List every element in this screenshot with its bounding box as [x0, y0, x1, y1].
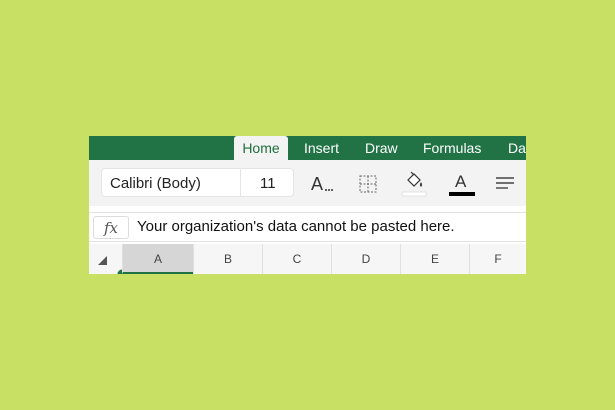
tab-data[interactable]: Da [508, 136, 526, 160]
home-toolbar: Calibri (Body) 11 A A [89, 160, 526, 206]
ribbon-tab-bar: Home Insert Draw Formulas Da [89, 136, 526, 160]
fill-color-icon [401, 171, 427, 197]
align-icon [496, 177, 514, 189]
font-size-tool-letter: A [311, 174, 323, 194]
column-header-c[interactable]: C [262, 244, 331, 274]
column-header-a[interactable]: A [122, 244, 193, 274]
select-all-button[interactable] [89, 244, 127, 274]
insert-function-button[interactable]: fx [93, 216, 129, 239]
font-size-decrease-icon: A [311, 174, 333, 194]
formula-bar: fx Your organization's data cannot be pa… [89, 212, 526, 242]
tab-home[interactable]: Home [234, 136, 288, 160]
font-size-decrease-button[interactable]: A [309, 168, 337, 198]
select-all-triangle-icon [98, 256, 127, 274]
tab-draw[interactable]: Draw [365, 136, 398, 160]
font-selector: Calibri (Body) 11 [101, 168, 294, 197]
borders-icon [359, 175, 377, 193]
font-size-dropdown[interactable]: 11 [260, 169, 276, 198]
font-color-icon: A [449, 172, 475, 196]
tab-insert[interactable]: Insert [304, 136, 339, 160]
column-header-d[interactable]: D [331, 244, 400, 274]
font-color-button[interactable]: A [447, 168, 477, 198]
font-box-divider [240, 169, 241, 196]
column-headers: A B C D E F [89, 244, 526, 274]
column-header-e[interactable]: E [400, 244, 469, 274]
align-button[interactable] [494, 168, 518, 198]
font-color-letter: A [455, 172, 467, 191]
fx-label: fx [103, 219, 118, 237]
font-name-dropdown[interactable]: Calibri (Body) [110, 169, 201, 198]
formula-input[interactable]: Your organization's data cannot be paste… [137, 213, 455, 241]
column-header-f[interactable]: F [469, 244, 526, 274]
excel-window: Home Insert Draw Formulas Da Calibri (Bo… [89, 136, 526, 274]
tab-formulas[interactable]: Formulas [423, 136, 481, 160]
borders-button[interactable] [357, 168, 379, 198]
fill-color-button[interactable] [400, 168, 428, 198]
column-header-b[interactable]: B [193, 244, 262, 274]
